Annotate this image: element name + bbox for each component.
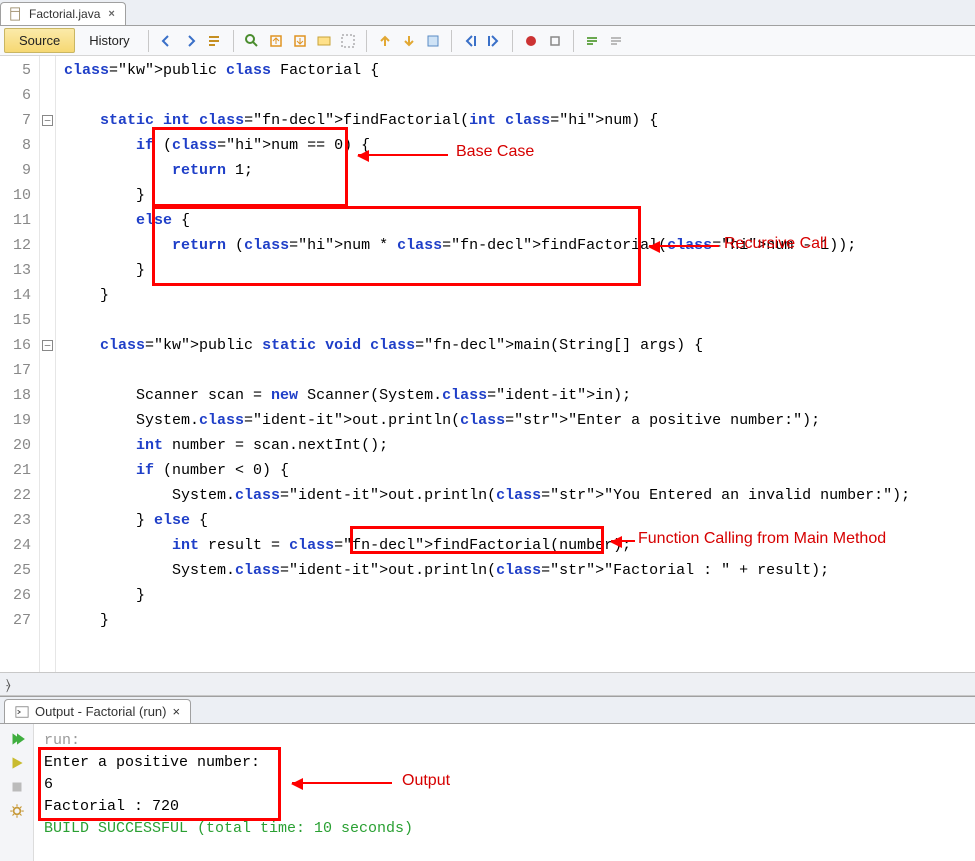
uncomment-icon[interactable] [606,31,626,51]
selection-icon[interactable] [338,31,358,51]
annotation-label-output: Output [402,772,450,790]
terminal-icon [15,705,29,719]
output-line-build: BUILD SUCCESSFUL (total time: 10 seconds… [44,818,965,840]
prev-bookmark-icon[interactable] [266,31,286,51]
annotation-arrow [649,245,719,247]
code-line: } [64,283,975,308]
output-tab-title: Output - Factorial (run) [35,704,167,719]
annotation-label-base-case: Base Case [456,143,534,161]
code-line [64,308,975,333]
code-line: class="kw">public static void class="fn-… [64,333,975,358]
settings-icon[interactable] [8,802,26,820]
code-line: return 1; [64,158,975,183]
code-line [64,358,975,383]
toolbar-separator [233,30,234,52]
line-number-gutter: 5678910111213141516171819202122232425262… [0,56,40,672]
toggle-highlight-icon[interactable] [314,31,334,51]
toolbar-separator [451,30,452,52]
code-line: System.class="ident-it">out.println(clas… [64,483,975,508]
record-macro-icon[interactable] [521,31,541,51]
code-line: Scanner scan = new Scanner(System.class=… [64,383,975,408]
code-line: else { [64,208,975,233]
annotation-arrow [611,540,635,542]
annotation-label-fn-call: Function Calling from Main Method [638,530,886,548]
output-line-run: run: [44,730,965,752]
comment-icon[interactable] [582,31,602,51]
file-tab[interactable]: Factorial.java × [0,2,126,25]
chevron-icon[interactable]: ⦒ [6,676,11,693]
fold-toggle-icon[interactable]: − [42,115,53,126]
code-line: } [64,608,975,633]
toolbar-separator [573,30,574,52]
nav-forward-icon[interactable] [181,31,201,51]
toolbar-separator [148,30,149,52]
shift-right-icon[interactable] [484,31,504,51]
fold-toggle-icon[interactable]: − [42,340,53,351]
code-content[interactable]: class="kw">public class Factorial { stat… [56,56,975,672]
code-line: } [64,258,975,283]
code-line: int number = scan.nextInt(); [64,433,975,458]
dropdown-icon[interactable] [205,31,225,51]
code-line: class="kw">public class Factorial { [64,58,975,83]
code-line [64,83,975,108]
file-tab-label: Factorial.java [29,7,100,21]
close-icon[interactable]: × [173,704,181,719]
fold-gutter: −− [40,56,56,672]
editor-toolbar: Source History [0,26,975,56]
annotation-label-recursive-call: Recursive Call [724,235,827,253]
code-editor[interactable]: 5678910111213141516171819202122232425262… [0,56,975,672]
annotation-arrow [292,782,392,784]
shift-left-icon[interactable] [460,31,480,51]
arrow-down-icon[interactable] [399,31,419,51]
tab-history[interactable]: History [77,29,141,52]
run-icon[interactable] [8,754,26,772]
stop-macro-icon[interactable] [545,31,565,51]
output-tab[interactable]: Output - Factorial (run) × [4,699,191,723]
output-line-result: Factorial : 720 [44,796,965,818]
toolbar-separator [366,30,367,52]
annotation-arrow [358,154,448,156]
arrow-up-icon[interactable] [375,31,395,51]
rerun-icon[interactable] [8,730,26,748]
close-icon[interactable]: × [106,8,116,20]
code-line: return (class="hi">num * class="fn-decl"… [64,233,975,258]
output-console[interactable]: run: Enter a positive number: 6 Factoria… [34,724,975,861]
toolbar-separator [512,30,513,52]
stop-icon[interactable] [8,778,26,796]
code-line: } [64,583,975,608]
code-line: System.class="ident-it">out.println(clas… [64,408,975,433]
find-icon[interactable] [242,31,262,51]
code-line: if (number < 0) { [64,458,975,483]
code-line: System.class="ident-it">out.println(clas… [64,558,975,583]
code-line: } [64,183,975,208]
next-bookmark-icon[interactable] [290,31,310,51]
java-file-icon [9,7,23,21]
output-line-input: 6 [44,774,965,796]
file-tab-bar: Factorial.java × [0,0,975,26]
code-line: static int class="fn-decl">findFactorial… [64,108,975,133]
output-line-prompt: Enter a positive number: [44,752,965,774]
tab-source[interactable]: Source [4,28,75,53]
output-action-gutter [0,724,34,861]
nav-back-icon[interactable] [157,31,177,51]
breadcrumb-bar: ⦒ [0,672,975,696]
output-panel: Output - Factorial (run) × run: Enter a … [0,696,975,861]
output-tab-bar: Output - Factorial (run) × [0,697,975,724]
select-block-icon[interactable] [423,31,443,51]
